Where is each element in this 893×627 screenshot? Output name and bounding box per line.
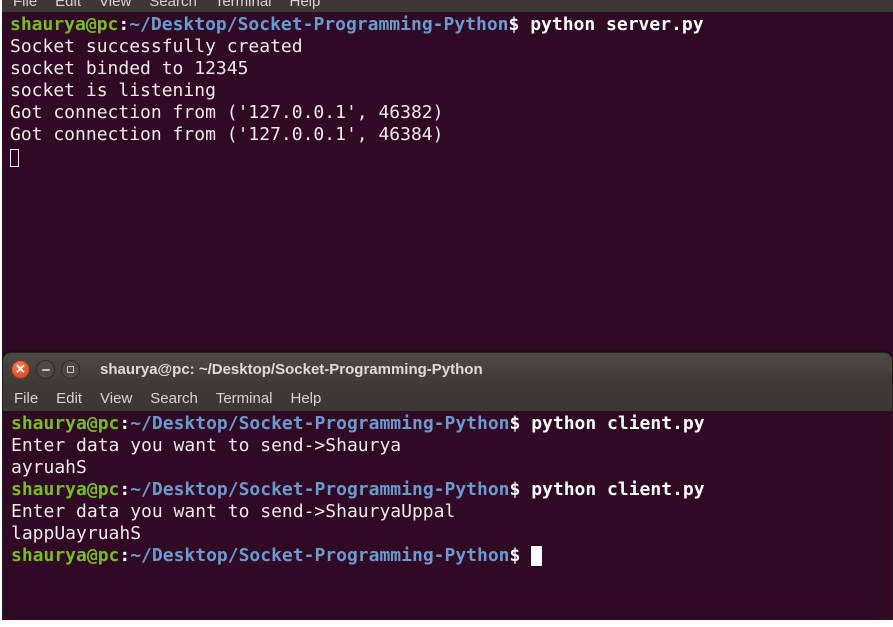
server-terminal-menubar: FileEditViewSearchTerminalHelp bbox=[2, 0, 893, 12]
terminal-text-segment: shaurya@pc bbox=[11, 545, 119, 566]
minimize-button[interactable] bbox=[36, 360, 55, 379]
menu-item-help[interactable]: Help bbox=[282, 388, 331, 409]
terminal-text-segment: shaurya@pc bbox=[11, 479, 119, 500]
terminal-line: socket binded to 12345 bbox=[10, 58, 893, 80]
terminal-text-segment: Enter data you want to send->Shaurya bbox=[11, 435, 401, 456]
desktop-screenshot: FileEditViewSearchTerminalHelp shaurya@p… bbox=[2, 0, 893, 620]
maximize-button[interactable] bbox=[61, 360, 80, 379]
server-terminal-window: FileEditViewSearchTerminalHelp shaurya@p… bbox=[2, 0, 893, 168]
terminal-text-segment: shaurya@pc bbox=[10, 14, 118, 35]
client-terminal-window: ✕ shaurya@pc: ~/Desktop/Socket-Programmi… bbox=[2, 352, 893, 620]
terminal-line: lappUayruahS bbox=[11, 523, 892, 545]
minimize-icon bbox=[42, 369, 50, 371]
terminal-text-segment: $ python client.py bbox=[510, 479, 705, 500]
terminal-line: Got connection from ('127.0.0.1', 46382) bbox=[10, 102, 893, 124]
terminal-text-segment: Enter data you want to send->ShauryaUppa… bbox=[11, 501, 455, 522]
terminal-text-segment: socket binded to 12345 bbox=[10, 58, 248, 79]
menu-item-help[interactable]: Help bbox=[281, 0, 330, 12]
terminal-line: shaurya@pc:~/Desktop/Socket-Programming-… bbox=[11, 545, 892, 567]
close-icon: ✕ bbox=[15, 363, 26, 376]
terminal-text-segment: : bbox=[119, 545, 130, 566]
client-terminal-menu-row: FileEditViewSearchTerminalHelp bbox=[3, 388, 330, 409]
terminal-text-segment: shaurya@pc bbox=[11, 413, 119, 434]
maximize-icon bbox=[67, 366, 74, 373]
terminal-text-segment: Got connection from ('127.0.0.1', 46382) bbox=[10, 102, 443, 123]
terminal-line: socket is listening bbox=[10, 80, 893, 102]
terminal-text-segment: lappUayruahS bbox=[11, 523, 141, 544]
menu-item-file[interactable]: File bbox=[4, 0, 46, 12]
terminal-text-segment: $ bbox=[510, 545, 532, 566]
terminal-line bbox=[10, 146, 893, 168]
menu-item-terminal[interactable]: Terminal bbox=[207, 388, 282, 409]
terminal-line: ayruahS bbox=[11, 457, 892, 479]
terminal-line: Got connection from ('127.0.0.1', 46384) bbox=[10, 124, 893, 146]
menu-item-view[interactable]: View bbox=[90, 0, 140, 12]
terminal-line: shaurya@pc:~/Desktop/Socket-Programming-… bbox=[11, 479, 892, 501]
menu-item-file[interactable]: File bbox=[5, 388, 47, 409]
terminal-text-segment: ~/Desktop/Socket-Programming-Python bbox=[130, 479, 509, 500]
terminal-text-segment: : bbox=[119, 479, 130, 500]
terminal-text-segment: ayruahS bbox=[11, 457, 87, 478]
terminal-text-segment: ~/Desktop/Socket-Programming-Python bbox=[129, 14, 508, 35]
terminal-line: Enter data you want to send->Shaurya bbox=[11, 435, 892, 457]
terminal-line: Socket successfully created bbox=[10, 36, 893, 58]
terminal-line: shaurya@pc:~/Desktop/Socket-Programming-… bbox=[10, 14, 893, 36]
terminal-line: shaurya@pc:~/Desktop/Socket-Programming-… bbox=[11, 413, 892, 435]
menu-item-terminal[interactable]: Terminal bbox=[206, 0, 281, 12]
terminal-text-segment: $ python client.py bbox=[510, 413, 705, 434]
terminal-text-segment: Socket successfully created bbox=[10, 36, 303, 57]
menu-item-search[interactable]: Search bbox=[141, 388, 207, 409]
window-title: shaurya@pc: ~/Desktop/Socket-Programming… bbox=[100, 361, 483, 378]
terminal-text-segment: Got connection from ('127.0.0.1', 46384) bbox=[10, 124, 443, 145]
client-terminal-menubar: FileEditViewSearchTerminalHelp bbox=[3, 386, 892, 411]
menu-item-edit[interactable]: Edit bbox=[47, 388, 91, 409]
terminal-text-segment: ~/Desktop/Socket-Programming-Python bbox=[130, 413, 509, 434]
server-terminal-menu-row: FileEditViewSearchTerminalHelp bbox=[2, 0, 893, 12]
terminal-text-segment: $ python server.py bbox=[509, 14, 704, 35]
terminal-cursor bbox=[531, 546, 542, 566]
menu-item-edit[interactable]: Edit bbox=[46, 0, 90, 12]
close-button[interactable]: ✕ bbox=[11, 360, 30, 379]
terminal-text-segment: ~/Desktop/Socket-Programming-Python bbox=[130, 545, 509, 566]
server-terminal-output[interactable]: shaurya@pc:~/Desktop/Socket-Programming-… bbox=[2, 12, 893, 168]
menu-item-view[interactable]: View bbox=[91, 388, 141, 409]
menu-item-search[interactable]: Search bbox=[140, 0, 206, 12]
client-terminal-output[interactable]: shaurya@pc:~/Desktop/Socket-Programming-… bbox=[3, 411, 892, 567]
terminal-text-segment: socket is listening bbox=[10, 80, 216, 101]
terminal-text-segment: : bbox=[118, 14, 129, 35]
client-terminal-titlebar[interactable]: ✕ shaurya@pc: ~/Desktop/Socket-Programmi… bbox=[3, 353, 892, 386]
terminal-text-segment: : bbox=[119, 413, 130, 434]
terminal-cursor bbox=[10, 149, 19, 167]
terminal-line: Enter data you want to send->ShauryaUppa… bbox=[11, 501, 892, 523]
